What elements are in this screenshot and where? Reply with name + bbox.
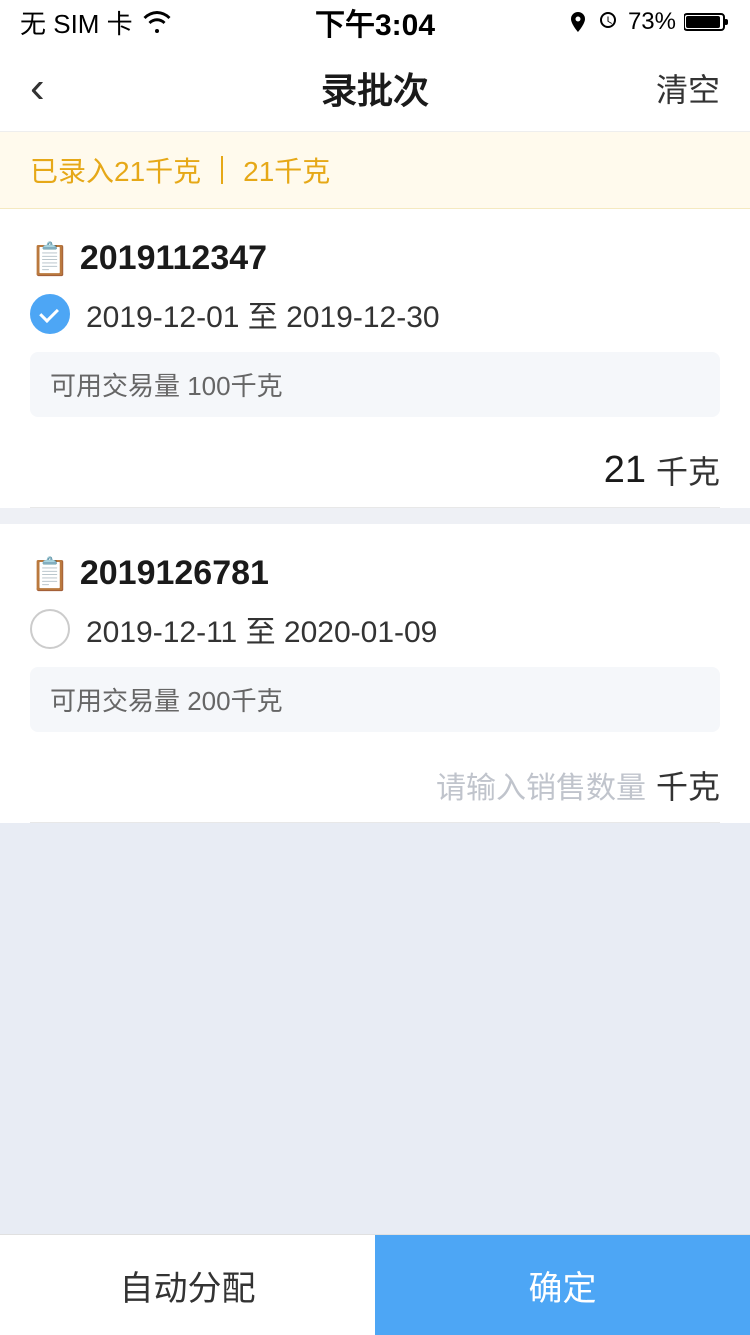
- status-bar-time: 下午3:04: [315, 0, 435, 44]
- confirm-button[interactable]: 确定: [375, 1235, 750, 1335]
- batch1-card: 📋 2019112347 2019-12-01 至 2019-12-30 可用交…: [0, 209, 750, 508]
- batch1-doc-icon: 📋: [30, 240, 70, 278]
- batch1-radio[interactable]: [30, 294, 70, 334]
- recorded-value: 21千克: [243, 150, 330, 190]
- batch2-input-placeholder[interactable]: 请输入销售数量: [436, 763, 646, 807]
- batch1-input-value[interactable]: 21: [604, 449, 646, 492]
- section-separator-1: [0, 508, 750, 524]
- info-banner: 已录入21千克 21千克: [0, 132, 750, 209]
- batch1-unit: 千克: [656, 447, 720, 493]
- batch2-row: 2019-12-11 至 2020-01-09: [30, 607, 720, 651]
- empty-area: [0, 823, 750, 1234]
- page-wrapper: 无 SIM 卡 下午3:04 73%: [0, 0, 750, 1334]
- batch1-id: 2019112347: [80, 239, 267, 278]
- batch1-header: 📋 2019112347: [30, 239, 720, 278]
- batch1-date-range: 2019-12-01 至 2019-12-30: [86, 292, 440, 336]
- battery-icon: [684, 10, 730, 34]
- status-bar: 无 SIM 卡 下午3:04 73%: [0, 0, 750, 44]
- recorded-label: 已录入21千克: [30, 150, 201, 190]
- bottom-bar: 自动分配 确定: [0, 1234, 750, 1334]
- batch1-avail: 可用交易量 100千克: [30, 352, 720, 417]
- clear-button[interactable]: 清空: [656, 65, 720, 111]
- page-title: 录批次: [321, 62, 429, 114]
- info-divider: [221, 156, 223, 184]
- batch2-avail: 可用交易量 200千克: [30, 667, 720, 732]
- status-bar-right: 73%: [568, 8, 730, 36]
- batch2-unit: 千克: [656, 762, 720, 808]
- content-area: 📋 2019112347 2019-12-01 至 2019-12-30 可用交…: [0, 209, 750, 1234]
- back-button[interactable]: ‹: [30, 66, 45, 110]
- batch2-header: 📋 2019126781: [30, 554, 720, 593]
- batch2-date-range: 2019-12-11 至 2020-01-09: [86, 607, 437, 651]
- wifi-icon: [141, 10, 173, 34]
- batch1-row: 2019-12-01 至 2019-12-30: [30, 292, 720, 336]
- status-bar-left: 无 SIM 卡: [20, 4, 173, 41]
- batch2-card: 📋 2019126781 2019-12-11 至 2020-01-09 可用交…: [0, 524, 750, 823]
- batch2-input-row: 请输入销售数量 千克: [30, 752, 720, 823]
- batch2-id: 2019126781: [80, 554, 269, 593]
- carrier-label: 无 SIM 卡: [20, 4, 133, 41]
- nav-bar: ‹ 录批次 清空: [0, 44, 750, 132]
- location-icon: [568, 10, 588, 34]
- alarm-icon: [596, 10, 620, 34]
- batch2-doc-icon: 📋: [30, 555, 70, 593]
- auto-assign-button[interactable]: 自动分配: [0, 1235, 375, 1335]
- batch1-input-row: 21 千克: [30, 437, 720, 508]
- batch2-radio[interactable]: [30, 609, 70, 649]
- battery-label: 73%: [628, 8, 676, 36]
